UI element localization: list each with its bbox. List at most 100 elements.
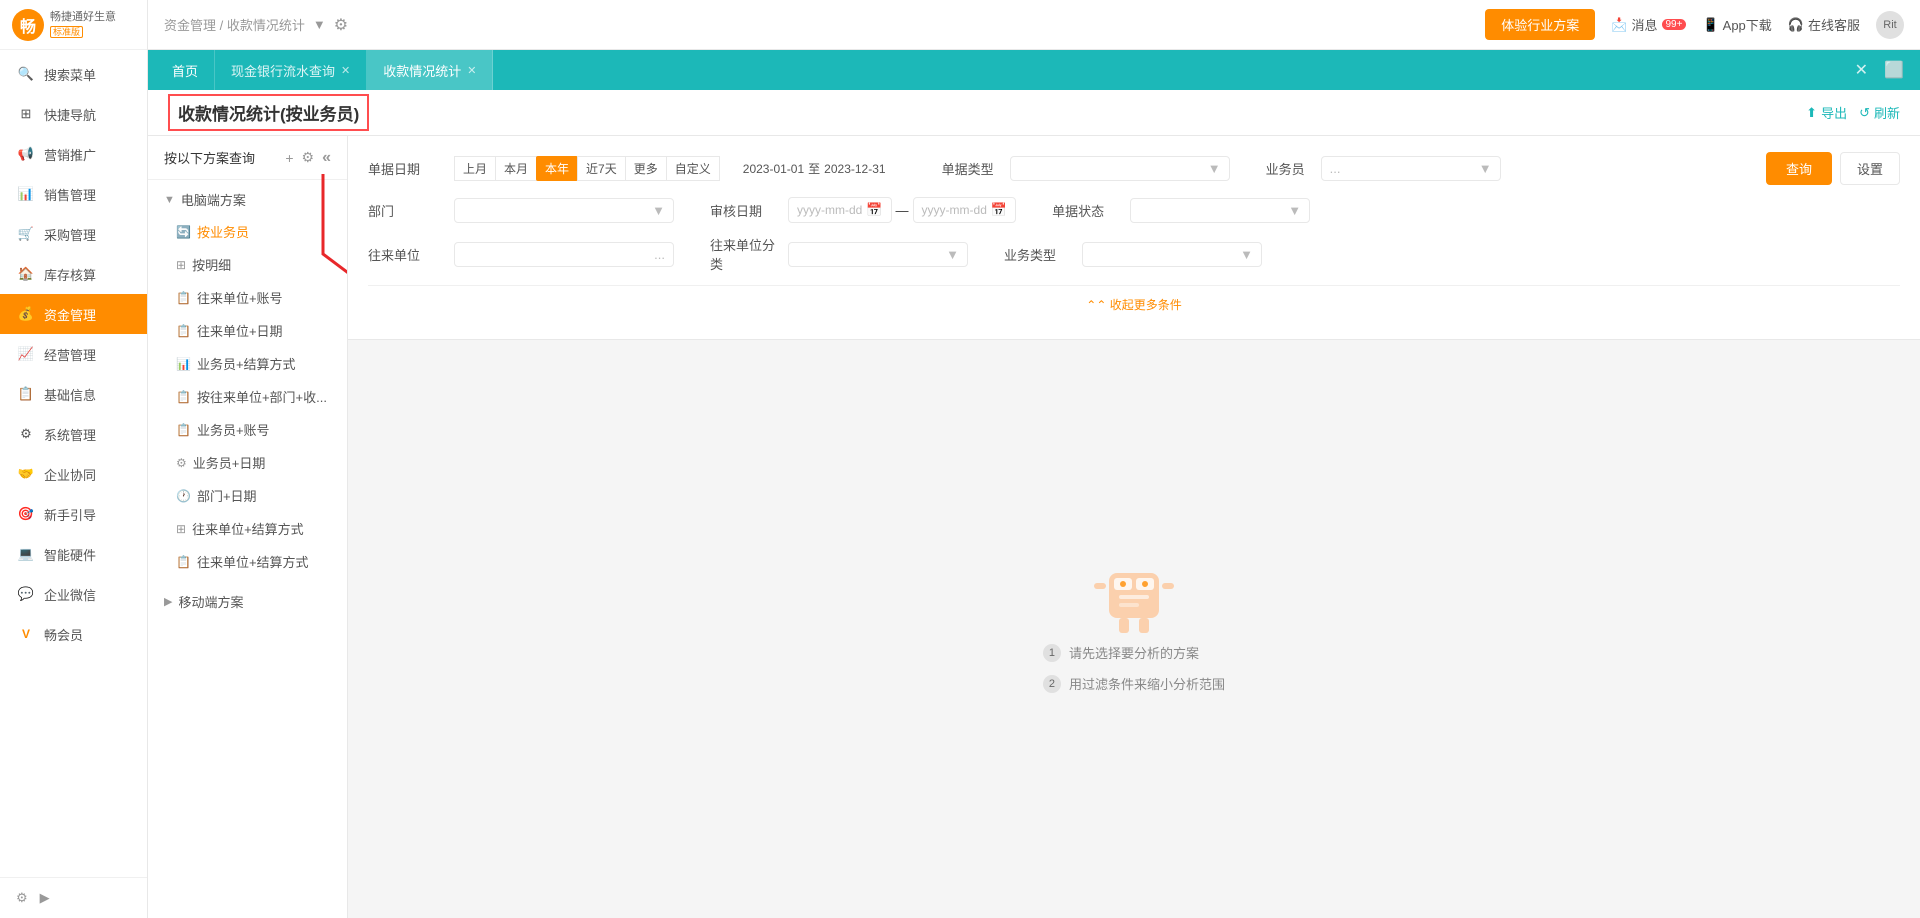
- breadcrumb: 资金管理 / 收款情况统计: [164, 15, 305, 34]
- app-download-button[interactable]: 📱 App下载: [1702, 15, 1771, 34]
- detail-scheme-icon: ⊞: [176, 258, 186, 272]
- salesperson-account-icon: 📋: [176, 423, 191, 437]
- sidebar-item-search-menu[interactable]: 🔍 搜索菜单: [0, 54, 147, 94]
- solution-group-mobile-header[interactable]: ▶ 移动端方案: [148, 586, 347, 617]
- header-actions: 体验行业方案 📩 消息 99+ 📱 App下载 🎧 在线客服 Rit: [1485, 9, 1904, 40]
- solution-group-desktop-header[interactable]: ▼ 电脑端方案: [148, 184, 347, 215]
- dept-date-icon: 🕐: [176, 489, 191, 503]
- header-gear-icon[interactable]: ⚙: [334, 15, 348, 35]
- refresh-button[interactable]: ↺ 刷新: [1859, 103, 1900, 122]
- salesperson-settlement-icon: 📊: [176, 357, 191, 371]
- sidebar-item-finance[interactable]: 💰 资金管理: [0, 294, 147, 334]
- doc-status-select[interactable]: ▼: [1130, 198, 1310, 223]
- solution-item-counterparty-dept[interactable]: 📋 按往来单位+部门+收...: [148, 380, 347, 413]
- tab-collection-stats-close[interactable]: ✕: [467, 64, 476, 77]
- counterparty-account-icon: 📋: [176, 291, 191, 305]
- date-tab-more[interactable]: 更多: [625, 156, 667, 181]
- left-panel-icons: + ⚙ «: [285, 149, 331, 167]
- dept-chevron: ▼: [652, 203, 665, 218]
- message-badge: 99+: [1662, 19, 1687, 30]
- dept-select[interactable]: ▼: [454, 198, 674, 223]
- solution-item-counterparty-settlement2[interactable]: 📋 往来单位+结算方式: [148, 545, 347, 578]
- tab-bar: 首页 现金银行流水查询 ✕ 收款情况统计 ✕ ✕ ⬜: [148, 50, 1920, 90]
- top-header: 资金管理 / 收款情况统计 ▼ ⚙ 体验行业方案 📩 消息 99+ 📱 App下…: [148, 0, 1920, 50]
- sidebar-item-inventory[interactable]: 🏠 库存核算: [0, 254, 147, 294]
- review-date-end-input[interactable]: yyyy-mm-dd 📅: [913, 197, 1017, 223]
- sidebar: 畅 畅捷通好生意 标准版 🔍 搜索菜单 ⊞ 快捷导航 📢 营销推广 📊 销售管理…: [0, 0, 148, 918]
- review-date-start-input[interactable]: yyyy-mm-dd 📅: [788, 197, 892, 223]
- breadcrumb-area: 资金管理 / 收款情况统计 ▼ ⚙: [164, 15, 1473, 35]
- setting-button[interactable]: 设置: [1840, 152, 1900, 185]
- left-panel: 按以下方案查询 + ⚙ « ▼ 电脑端方案 🔄 按业务员 ⊞ 按: [148, 136, 348, 918]
- sidebar-item-marketing[interactable]: 📢 营销推广: [0, 134, 147, 174]
- tab-collection-stats[interactable]: 收款情况统计 ✕: [367, 50, 493, 90]
- page-header: 收款情况统计(按业务员) ⬆ 导出 ↺ 刷新: [148, 90, 1920, 136]
- export-button[interactable]: ⬆ 导出: [1806, 103, 1847, 122]
- tab-close-window[interactable]: ✕: [1847, 60, 1876, 80]
- sidebar-item-wechat[interactable]: 💬 企业微信: [0, 574, 147, 614]
- tab-maximize-window[interactable]: ⬜: [1876, 60, 1912, 80]
- biz-type-select[interactable]: ▼: [1082, 242, 1262, 267]
- trial-button[interactable]: 体验行业方案: [1485, 9, 1595, 40]
- sidebar-item-basic-info[interactable]: 📋 基础信息: [0, 374, 147, 414]
- enterprise-icon: 🤝: [16, 464, 36, 484]
- doc-type-select[interactable]: ▼: [1010, 156, 1230, 181]
- sidebar-item-quick-nav[interactable]: ⊞ 快捷导航: [0, 94, 147, 134]
- message-icon: 📩: [1611, 17, 1627, 33]
- query-button[interactable]: 查询: [1766, 152, 1832, 185]
- date-tab-last-month[interactable]: 上月: [454, 156, 496, 181]
- collapse-panel-icon[interactable]: «: [322, 149, 331, 167]
- purchase-icon: 🛒: [16, 224, 36, 244]
- message-button[interactable]: 📩 消息 99+: [1611, 15, 1686, 34]
- solution-item-salesperson-date[interactable]: ⚙ 业务员+日期: [148, 446, 347, 479]
- online-service-button[interactable]: 🎧 在线客服: [1788, 15, 1860, 34]
- date-tab-7-days[interactable]: 近7天: [577, 156, 626, 181]
- sidebar-item-sales[interactable]: 📊 销售管理: [0, 174, 147, 214]
- date-tab-this-month[interactable]: 本月: [495, 156, 537, 181]
- doc-type-label: 单据类型: [942, 162, 994, 177]
- tab-bank-flow-close[interactable]: ✕: [341, 64, 350, 77]
- salesperson-select[interactable]: ... ▼: [1321, 156, 1501, 181]
- finance-icon: 💰: [16, 304, 36, 324]
- solution-item-salesperson-account[interactable]: 📋 业务员+账号: [148, 413, 347, 446]
- sidebar-item-guide[interactable]: 🎯 新手引导: [0, 494, 147, 534]
- header-dropdown-icon[interactable]: ▼: [313, 17, 326, 32]
- operations-icon: 📈: [16, 344, 36, 364]
- left-panel-header: 按以下方案查询 + ⚙ «: [148, 136, 347, 180]
- sidebar-settings-icon[interactable]: ⚙: [16, 890, 28, 906]
- scheme-settings-icon[interactable]: ⚙: [302, 149, 315, 166]
- page-title: 收款情况统计(按业务员): [168, 94, 369, 131]
- solution-item-by-detail[interactable]: ⊞ 按明细: [148, 248, 347, 281]
- inventory-icon: 🏠: [16, 264, 36, 284]
- tab-bank-flow[interactable]: 现金银行流水查询 ✕: [215, 50, 367, 90]
- sidebar-item-system[interactable]: ⚙ 系统管理: [0, 414, 147, 454]
- sidebar-item-operations[interactable]: 📈 经营管理: [0, 334, 147, 374]
- user-avatar[interactable]: Rit: [1876, 11, 1904, 39]
- counterparty-dots: ...: [654, 247, 665, 262]
- mobile-group-arrow: ▶: [164, 595, 172, 608]
- salesperson-chevron: ▼: [1479, 161, 1492, 176]
- tab-home[interactable]: 首页: [156, 50, 215, 90]
- date-tab-custom[interactable]: 自定义: [666, 156, 720, 181]
- doc-status-label: 单据状态: [1052, 201, 1122, 220]
- solution-item-salesperson-settlement[interactable]: 📊 业务员+结算方式: [148, 347, 347, 380]
- sidebar-item-hardware[interactable]: 💻 智能硬件: [0, 534, 147, 574]
- solution-item-by-salesperson[interactable]: 🔄 按业务员: [148, 215, 347, 248]
- add-scheme-icon[interactable]: +: [285, 150, 293, 166]
- sidebar-item-purchase[interactable]: 🛒 采购管理: [0, 214, 147, 254]
- sidebar-collapse-icon[interactable]: ▶: [40, 890, 50, 906]
- filter-row-counterparty: 往来单位 ... 往来单位分类 ▼ 业务类型: [368, 235, 1900, 273]
- counterparty-category-section: 往来单位分类 ▼: [710, 235, 968, 273]
- counterparty-select[interactable]: ...: [454, 242, 674, 267]
- counterparty-category-select[interactable]: ▼: [788, 242, 968, 267]
- collapse-more-conditions[interactable]: ⌃⌃ 收起更多条件: [368, 285, 1900, 323]
- date-tab-this-year[interactable]: 本年: [536, 156, 578, 181]
- solution-item-counterparty-date[interactable]: 📋 往来单位+日期: [148, 314, 347, 347]
- sidebar-item-member[interactable]: V 畅会员: [0, 614, 147, 654]
- hardware-icon: 💻: [16, 544, 36, 564]
- solution-item-counterparty-account[interactable]: 📋 往来单位+账号: [148, 281, 347, 314]
- solution-item-counterparty-settlement1[interactable]: ⊞ 往来单位+结算方式: [148, 512, 347, 545]
- solution-item-dept-date[interactable]: 🕐 部门+日期: [148, 479, 347, 512]
- salesperson-section: 业务员: [1266, 159, 1305, 178]
- sidebar-item-enterprise[interactable]: 🤝 企业协同: [0, 454, 147, 494]
